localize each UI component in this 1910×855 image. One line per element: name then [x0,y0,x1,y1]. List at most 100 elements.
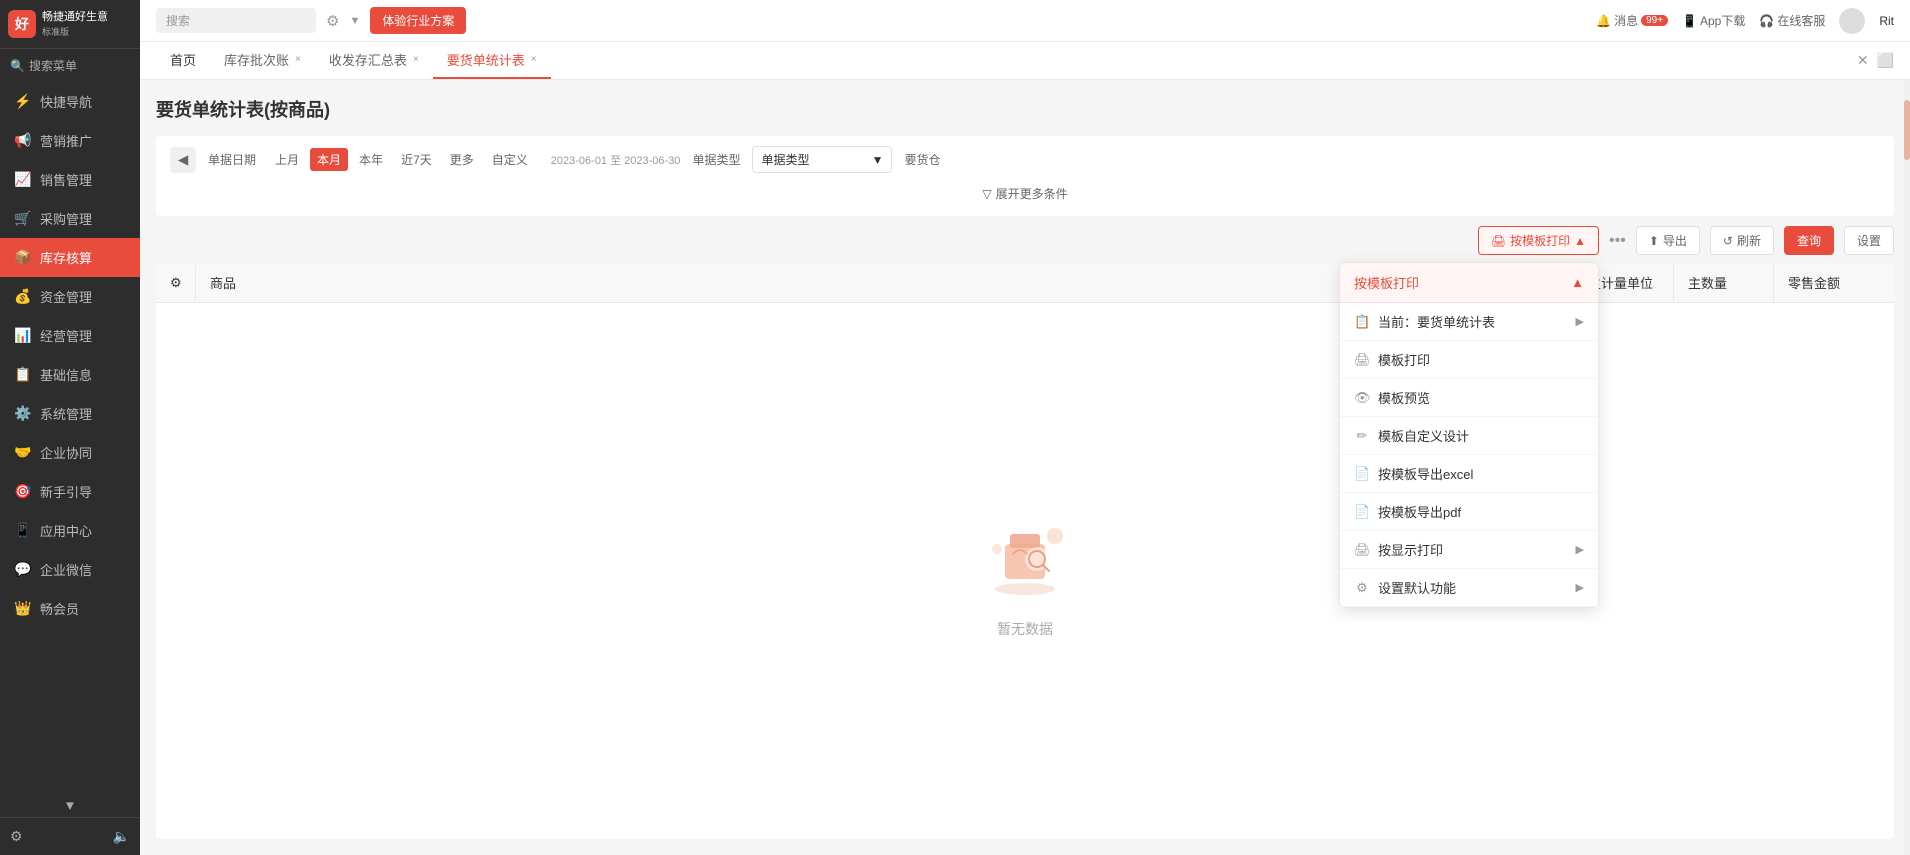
print-dropdown: 按模板打印 ▲ 📋 当前：要货单统计表 ▶ [1339,262,1599,608]
display-print-section[interactable]: 🖨 按显示打印 ▶ [1340,531,1598,569]
industry-solution-button[interactable]: 体验行业方案 [370,7,466,34]
sidebar-item-guide[interactable]: 🎯 新手引导 [0,472,140,511]
template-custom-item[interactable]: ✏ 模板自定义设计 [1340,417,1598,455]
tab-order-stats[interactable]: 要货单统计表 × [433,42,551,79]
cargo-filter-label: 要货仓 [904,151,940,168]
print-dropdown-arrow: ▲ [1574,234,1586,248]
user-avatar[interactable] [1839,8,1865,34]
export-icon: ⬆ [1649,234,1659,248]
printer-icon: 🖨 [1491,234,1506,248]
quick-nav-icon: ⚡ [14,93,32,110]
tab-batch-account-close[interactable]: × [295,54,301,65]
content-area: 要货单统计表(按商品) ◀ 单据日期 上月 本月 本年 近7天 更多 自定义 2… [140,80,1910,855]
template-print-item[interactable]: 🖨 模板打印 [1340,341,1598,379]
template-print-label: 模板打印 [1378,350,1430,369]
sidebar-item-operations[interactable]: 📊 经营管理 [0,316,140,355]
template-excel-item[interactable]: 📄 按模板导出excel [1340,455,1598,493]
date-btn-this-year[interactable]: 本年 [352,148,390,171]
template-excel-icon: 📄 [1354,466,1370,482]
purchase-icon: 🛒 [14,210,32,227]
date-btn-last-month[interactable]: 上月 [268,148,306,171]
filter-bar: ◀ 单据日期 上月 本月 本年 近7天 更多 自定义 2023-06-01 至 … [156,136,1894,216]
date-btn-recent7[interactable]: 近7天 [394,148,439,171]
sidebar-item-system[interactable]: ⚙️ 系统管理 [0,394,140,433]
window-maximize-btn[interactable]: ⬜ [1877,52,1894,69]
sidebar-scroll-down[interactable]: ▼ [0,794,140,817]
sidebar-item-label: 企业微信 [40,560,92,579]
tab-receipt-summary-close[interactable]: × [413,54,419,65]
sidebar-item-purchase[interactable]: 🛒 采购管理 [0,199,140,238]
current-template-arrow: ▶ [1576,315,1584,328]
header-gear-icon[interactable]: ⚙ [326,12,339,30]
sidebar-item-label: 新手引导 [40,482,92,501]
sidebar-item-label: 资金管理 [40,287,92,306]
print-dropdown-title: 按模板打印 [1354,273,1419,292]
settings-footer-icon[interactable]: ⚙ [10,828,23,845]
display-print-icon: 🖨 [1354,542,1370,558]
template-preview-item[interactable]: 👁 模板预览 [1340,379,1598,417]
speaker-footer-icon[interactable]: 🔈 [113,828,130,845]
basics-icon: 📋 [14,366,32,383]
refresh-label: 刷新 [1737,232,1761,249]
default-func-section[interactable]: ⚙ 设置默认功能 ▶ [1340,569,1598,607]
window-close-btn[interactable]: ✕ [1857,52,1869,69]
sidebar-item-appcenter[interactable]: 📱 应用中心 [0,511,140,550]
date-buttons: 上月 本月 本年 近7天 更多 自定义 [268,148,535,171]
sidebar-item-label: 营销推广 [40,131,92,150]
date-btn-custom[interactable]: 自定义 [485,148,535,171]
sidebar-item-finance[interactable]: 💰 资金管理 [0,277,140,316]
tab-home[interactable]: 首页 [156,42,210,79]
current-template-item[interactable]: 📋 当前：要货单统计表 ▶ [1340,303,1598,341]
tab-batch-account[interactable]: 库存批次账 × [210,42,315,79]
messages-button[interactable]: 🔔 消息 99+ [1596,12,1668,29]
filter-row-1: ◀ 单据日期 上月 本月 本年 近7天 更多 自定义 2023-06-01 至 … [170,146,1880,173]
sidebar-item-member[interactable]: 👑 畅会员 [0,589,140,628]
tab-receipt-summary[interactable]: 收发存汇总表 × [315,42,433,79]
filter-collapse-btn[interactable]: ◀ [170,147,196,173]
sidebar-item-basics[interactable]: 📋 基础信息 [0,355,140,394]
type-filter-select[interactable]: 单据类型 ▼ [752,146,892,173]
finance-icon: 💰 [14,288,32,305]
display-print-arrow: ▶ [1576,543,1584,556]
header-dropdown-icon[interactable]: ▼ [349,15,360,27]
header-search-box[interactable]: 搜索 [156,8,316,33]
settings-button[interactable]: 设置 [1844,226,1894,255]
messages-label: 消息 [1614,12,1638,29]
type-select-value: 单据类型 [761,151,809,168]
date-btn-more[interactable]: 更多 [443,148,481,171]
app-download-button[interactable]: 📱 App下载 [1682,12,1745,29]
sidebar-item-collab[interactable]: 🤝 企业协同 [0,433,140,472]
display-print-label: 按显示打印 [1378,540,1443,559]
sidebar-item-label: 采购管理 [40,209,92,228]
online-service-label: 在线客服 [1777,12,1825,29]
print-template-button[interactable]: 🖨 按模板打印 ▲ [1478,226,1599,255]
col-icon[interactable]: ⚙ [156,265,196,301]
sidebar-item-quick-nav[interactable]: ⚡ 快捷导航 [0,82,140,121]
right-scrollbar[interactable] [1904,80,1910,855]
username-label[interactable]: Rit [1879,14,1894,28]
template-pdf-item[interactable]: 📄 按模板导出pdf [1340,493,1598,531]
sidebar-item-marketing[interactable]: 📢 营销推广 [0,121,140,160]
action-bar-wrap: 🖨 按模板打印 ▲ 按模板打印 ▲ � [156,226,1894,263]
more-options-icon[interactable]: ••• [1609,232,1626,250]
sidebar-logo[interactable]: 好 畅捷通好生意 标准版 [0,0,140,49]
col-amount: 零售金额 [1774,263,1894,302]
sidebar-item-label: 库存核算 [40,248,92,267]
template-pdf-icon: 📄 [1354,504,1370,520]
tab-order-stats-close[interactable]: × [531,54,537,65]
refresh-button[interactable]: ↺ 刷新 [1710,226,1774,255]
sidebar-item-wechat[interactable]: 💬 企业微信 [0,550,140,589]
query-button[interactable]: 查询 [1784,226,1834,255]
sidebar-search[interactable]: 🔍 搜索菜单 [0,49,140,82]
online-service-button[interactable]: 🎧 在线客服 [1759,12,1825,29]
export-button[interactable]: ⬆ 导出 [1636,226,1700,255]
sidebar-item-label: 销售管理 [40,170,92,189]
sidebar-item-label: 企业协同 [40,443,92,462]
sidebar-item-sales[interactable]: 📈 销售管理 [0,160,140,199]
sidebar-item-inventory[interactable]: 📦 库存核算 [0,238,140,277]
sidebar-footer: ⚙ 🔈 [0,817,140,855]
expand-more-btn[interactable]: ▽ 展开更多条件 [974,181,1075,206]
date-btn-this-month[interactable]: 本月 [310,148,348,171]
system-icon: ⚙️ [14,405,32,422]
scrollbar-thumb[interactable] [1904,100,1910,160]
